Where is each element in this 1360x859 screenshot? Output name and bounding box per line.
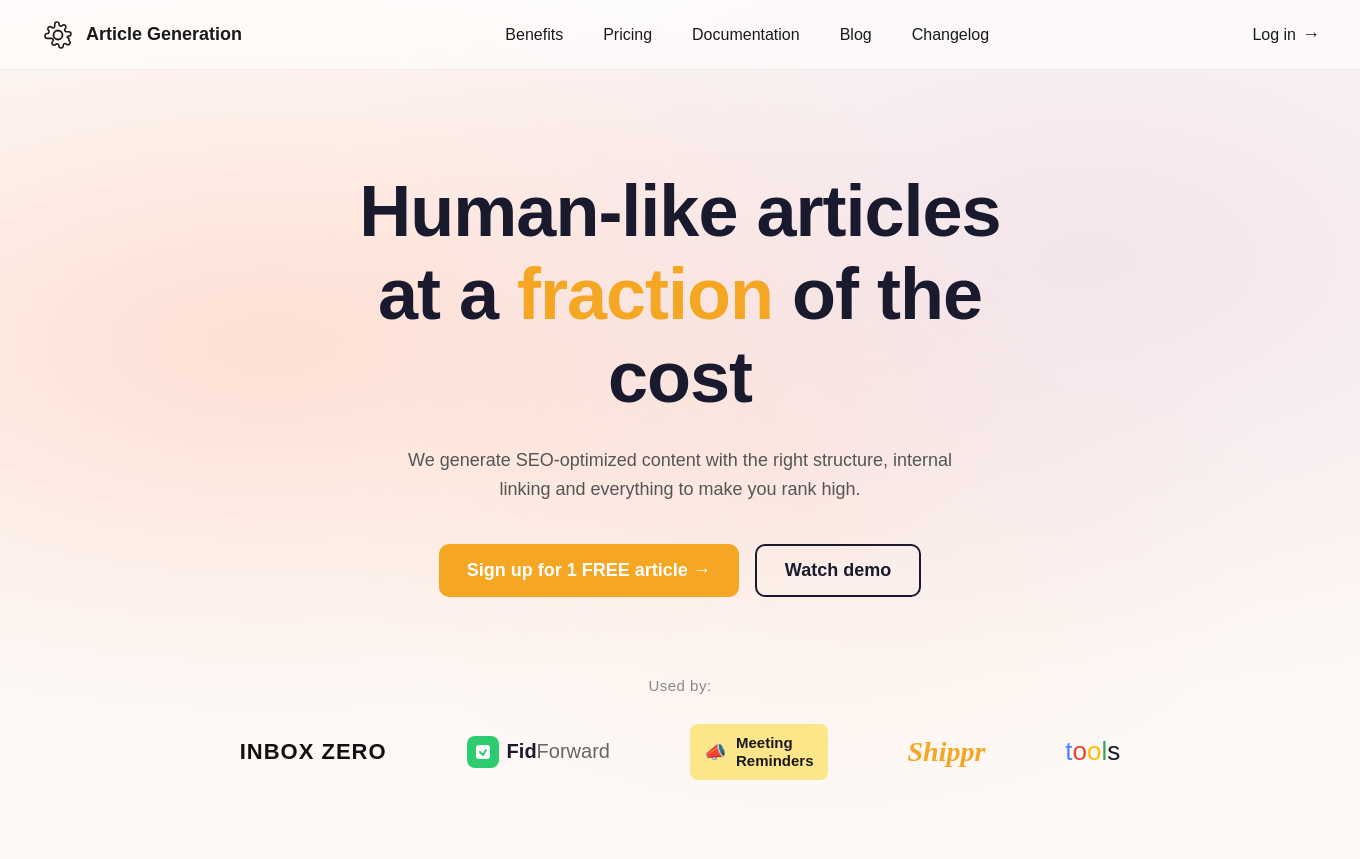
brand-logo-text: Article Generation	[86, 24, 242, 45]
nav-item-documentation[interactable]: Documentation	[692, 26, 800, 44]
gear-icon	[40, 17, 76, 53]
brand-logo[interactable]: Article Generation	[40, 17, 242, 53]
login-arrow-icon: →	[1302, 24, 1320, 45]
meeting-icon: 📣	[704, 741, 726, 763]
fidforward-icon	[467, 736, 499, 768]
logo-fidforward: FidForward	[467, 736, 610, 768]
nav-item-pricing[interactable]: Pricing	[603, 26, 652, 44]
hero-title: Human-like articles at a fraction of the…	[359, 170, 1000, 418]
hero-title-line3: cost	[608, 337, 752, 417]
nav-item-benefits[interactable]: Benefits	[505, 26, 563, 44]
hero-title-line2-after: of the	[773, 254, 982, 334]
watch-demo-button[interactable]: Watch demo	[755, 544, 921, 597]
hero-title-line2-before: at a	[378, 254, 517, 334]
signup-button[interactable]: Sign up for 1 FREE article →	[439, 544, 739, 597]
nav-item-blog[interactable]: Blog	[840, 26, 872, 44]
login-link[interactable]: Log in →	[1252, 24, 1320, 45]
logo-inbox-zero: INBOX ZERO	[240, 739, 387, 765]
meeting-line2: Reminders	[736, 752, 814, 770]
used-by-section: Used by: INBOX ZERO FidForward 📣 Meeting…	[0, 677, 1360, 780]
login-label: Log in	[1252, 26, 1296, 44]
hero-title-line1: Human-like articles	[359, 171, 1000, 251]
hero-cta-buttons: Sign up for 1 FREE article → Watch demo	[439, 544, 921, 597]
used-by-label: Used by:	[0, 677, 1360, 694]
logo-tools: tools	[1065, 736, 1120, 767]
hero-title-fraction: fraction	[517, 254, 773, 334]
meeting-line1: Meeting	[736, 734, 814, 752]
logos-row: INBOX ZERO FidForward 📣 Meeting Reminder…	[0, 724, 1360, 780]
hero-section: Human-like articles at a fraction of the…	[0, 70, 1360, 597]
logo-meeting-reminders: 📣 Meeting Reminders	[690, 724, 828, 780]
logo-shippr: Shippr	[908, 736, 986, 768]
svg-rect-0	[476, 745, 490, 759]
nav-item-changelog[interactable]: Changelog	[912, 26, 989, 44]
hero-subtitle: We generate SEO-optimized content with t…	[400, 446, 960, 504]
navbar: Article Generation Benefits Pricing Docu…	[0, 0, 1360, 70]
nav-menu: Benefits Pricing Documentation Blog Chan…	[505, 26, 989, 44]
